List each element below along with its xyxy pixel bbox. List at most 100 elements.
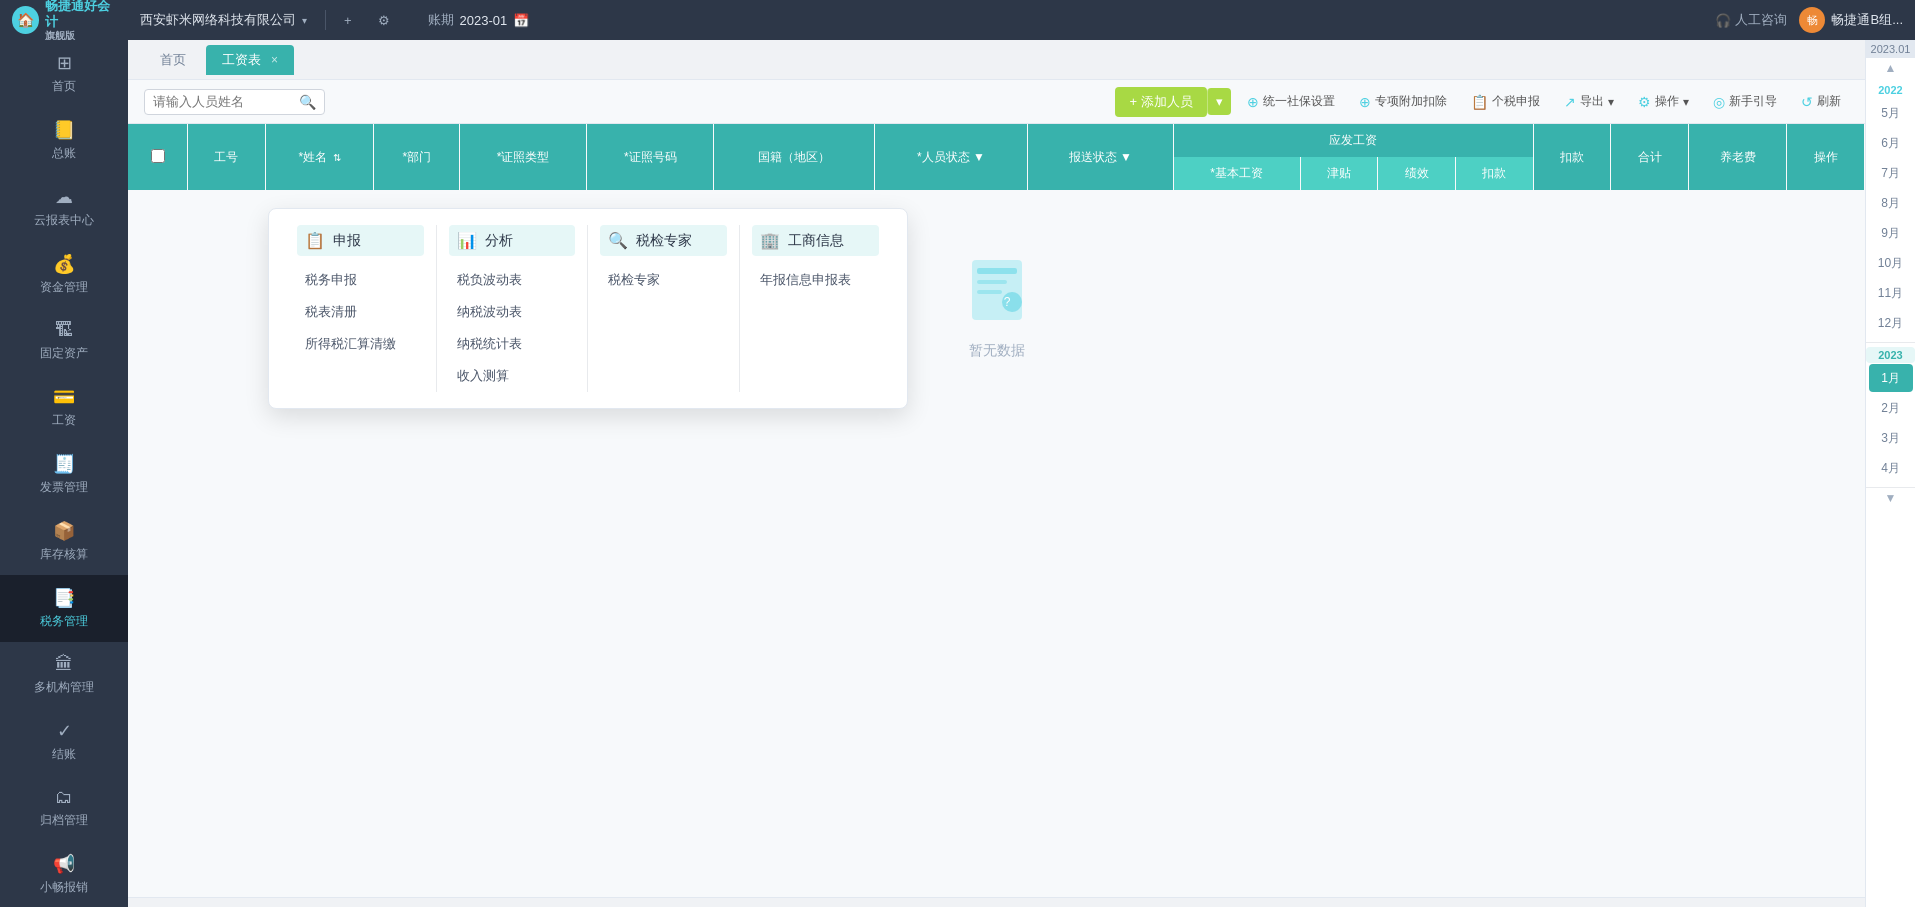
sidebar-item-cloud-report[interactable]: ☁ 云报表中心 — [0, 174, 128, 241]
sidebar-item-ledger[interactable]: 📒 总账 — [0, 107, 128, 174]
cal-month-2022-11[interactable]: 11月 — [1869, 279, 1913, 307]
business-info-header: 🏢 工商信息 — [752, 225, 880, 256]
support-button[interactable]: 🎧 人工咨询 — [1715, 11, 1787, 29]
cal-month-2022-07[interactable]: 7月 — [1869, 159, 1913, 187]
th-performance: 绩效 — [1378, 157, 1456, 190]
sidebar-item-multi-org[interactable]: 🏛 多机构管理 — [0, 642, 128, 708]
sidebar-label-cloud-report: 云报表中心 — [34, 212, 94, 229]
add-person-button-wrap: + 添加人员 ▾ — [1115, 87, 1231, 117]
cal-month-2023-01[interactable]: 1月 — [1869, 364, 1913, 392]
dropdown-grid: 📋 申报 税务申报 税表清册 所得税汇算清缴 📊 分析 — [285, 225, 891, 392]
select-all-checkbox[interactable] — [151, 149, 165, 163]
add-person-dropdown-button[interactable]: ▾ — [1207, 88, 1231, 115]
tab-salary[interactable]: 工资表 × — [206, 45, 294, 75]
business-info-title: 工商信息 — [788, 232, 844, 250]
operation-label: 操作 — [1655, 93, 1679, 110]
th-deduct: 扣款 — [1533, 124, 1611, 190]
add-button[interactable]: + — [336, 9, 360, 32]
main-layout: ⊞ 首页 📒 总账 ☁ 云报表中心 💰 资金管理 🏗 固定资产 💳 工资 🧾 发… — [0, 40, 1915, 907]
special-deduction-label: 专项附加扣除 — [1375, 93, 1447, 110]
period-label: 账期 — [428, 11, 454, 29]
analysis-icon: 📊 — [457, 231, 477, 250]
multi-org-icon: 🏛 — [55, 654, 73, 675]
dropdown-item-income-calc[interactable]: 收入测算 — [449, 360, 576, 392]
dropdown-item-tax-form[interactable]: 税表清册 — [297, 296, 424, 328]
dropdown-item-annual-report[interactable]: 年报信息申报表 — [752, 264, 880, 296]
cal-up-button[interactable]: ▲ — [1876, 58, 1906, 78]
sidebar-item-fixed-assets[interactable]: 🏗 固定资产 — [0, 308, 128, 374]
th-work-id: 工号 — [188, 124, 266, 190]
add-person-button[interactable]: + 添加人员 — [1115, 87, 1207, 117]
cal-month-2023-03[interactable]: 3月 — [1869, 424, 1913, 452]
refresh-label: 刷新 — [1817, 93, 1841, 110]
th-allowance: 津贴 — [1300, 157, 1378, 190]
export-button[interactable]: ↗ 导出 ▾ — [1556, 89, 1622, 114]
svg-rect-1 — [977, 268, 1017, 274]
cal-month-2022-05[interactable]: 5月 — [1869, 99, 1913, 127]
tax-expert-title: 税检专家 — [636, 232, 692, 250]
new-guide-button[interactable]: ◎ 新手引导 — [1705, 89, 1785, 114]
user-area[interactable]: 畅 畅捷通B组... — [1799, 7, 1903, 33]
tax-return-button[interactable]: 📋 个税申报 — [1463, 89, 1548, 114]
th-checkbox — [128, 124, 188, 190]
sidebar-item-xiaochang[interactable]: 📢 小畅报销 — [0, 841, 128, 907]
logo-icon: 🏠 — [12, 6, 39, 34]
tab-home[interactable]: 首页 — [144, 45, 202, 75]
dropdown-item-tax-check[interactable]: 税检专家 — [600, 264, 727, 296]
cal-year-2023-section: 2023 1月 2月 3月 4月 — [1866, 343, 1915, 488]
logo-main: 畅捷通好会计 — [45, 0, 122, 30]
logo-text: 畅捷通好会计 旗舰版 — [45, 0, 122, 42]
sidebar-item-tax[interactable]: 📑 税务管理 — [0, 575, 128, 642]
sidebar-item-invoice[interactable]: 🧾 发票管理 — [0, 441, 128, 508]
cal-year-2022-label: 2022 — [1874, 82, 1906, 98]
svg-rect-2 — [977, 280, 1007, 284]
settings-button[interactable]: ⚙ — [370, 9, 398, 32]
special-deduction-icon: ⊕ — [1359, 94, 1371, 110]
search-icon: 🔍 — [299, 94, 316, 110]
tab-close-icon[interactable]: × — [271, 53, 278, 67]
special-deduction-button[interactable]: ⊕ 专项附加扣除 — [1351, 89, 1455, 114]
sidebar-label-tax: 税务管理 — [40, 613, 88, 630]
dropdown-col-declaration: 📋 申报 税务申报 税表清册 所得税汇算清缴 — [285, 225, 437, 392]
calendar-icon[interactable]: 📅 — [513, 13, 529, 28]
search-input[interactable] — [153, 94, 293, 109]
operation-button[interactable]: ⚙ 操作 ▾ — [1630, 89, 1697, 114]
refresh-button[interactable]: ↺ 刷新 — [1793, 89, 1849, 114]
xiaochang-icon: 📢 — [53, 853, 75, 875]
company-select[interactable]: 西安虾米网络科技有限公司 ▾ — [132, 7, 315, 33]
sidebar-item-inventory[interactable]: 📦 库存核算 — [0, 508, 128, 575]
chevron-down-icon: ▾ — [302, 15, 307, 26]
declaration-title: 申报 — [333, 232, 361, 250]
sidebar-item-archive[interactable]: 🗂 归档管理 — [0, 775, 128, 841]
cal-down-button[interactable]: ▼ — [1876, 488, 1906, 508]
dropdown-item-income-tax-calc[interactable]: 所得税汇算清缴 — [297, 328, 424, 360]
empty-icon: ? — [957, 250, 1037, 330]
sidebar-item-salary[interactable]: 💳 工资 — [0, 374, 128, 441]
dropdown-col-business-info: 🏢 工商信息 年报信息申报表 — [740, 225, 892, 392]
cal-month-2023-04[interactable]: 4月 — [1869, 454, 1913, 482]
sidebar-item-checkout[interactable]: ✓ 结账 — [0, 708, 128, 775]
sidebar-label-ledger: 总账 — [52, 145, 76, 162]
business-info-icon: 🏢 — [760, 231, 780, 250]
dropdown-col-analysis: 📊 分析 税负波动表 纳税波动表 纳税统计表 收入测算 — [437, 225, 589, 392]
dropdown-item-tax-burden[interactable]: 税负波动表 — [449, 264, 576, 296]
sidebar-item-fund[interactable]: 💰 资金管理 — [0, 241, 128, 308]
cal-month-2022-12[interactable]: 12月 — [1869, 309, 1913, 337]
sidebar-label-xiaochang: 小畅报销 — [40, 879, 88, 896]
sidebar-label-fund: 资金管理 — [40, 279, 88, 296]
cal-month-2022-08[interactable]: 8月 — [1869, 189, 1913, 217]
table-scrollbar[interactable] — [128, 897, 1865, 907]
tax-return-label: 个税申报 — [1492, 93, 1540, 110]
social-security-button[interactable]: ⊕ 统一社保设置 — [1239, 89, 1343, 114]
dropdown-item-tax-stats[interactable]: 纳税统计表 — [449, 328, 576, 360]
th-payroll-group: 应发工资 — [1173, 124, 1533, 157]
social-security-label: 统一社保设置 — [1263, 93, 1335, 110]
cal-month-2022-09[interactable]: 9月 — [1869, 219, 1913, 247]
dropdown-item-tax-payment[interactable]: 纳税波动表 — [449, 296, 576, 328]
dropdown-item-tax-declaration[interactable]: 税务申报 — [297, 264, 424, 296]
cal-month-2022-10[interactable]: 10月 — [1869, 249, 1913, 277]
table-wrap: 工号 *姓名 ⇅ *部门 *证照类型 *证照号码 国籍（地区） *人员状态 ▼ … — [128, 124, 1865, 897]
sidebar-item-home[interactable]: ⊞ 首页 — [0, 40, 128, 107]
cal-month-2022-06[interactable]: 6月 — [1869, 129, 1913, 157]
cal-month-2023-02[interactable]: 2月 — [1869, 394, 1913, 422]
